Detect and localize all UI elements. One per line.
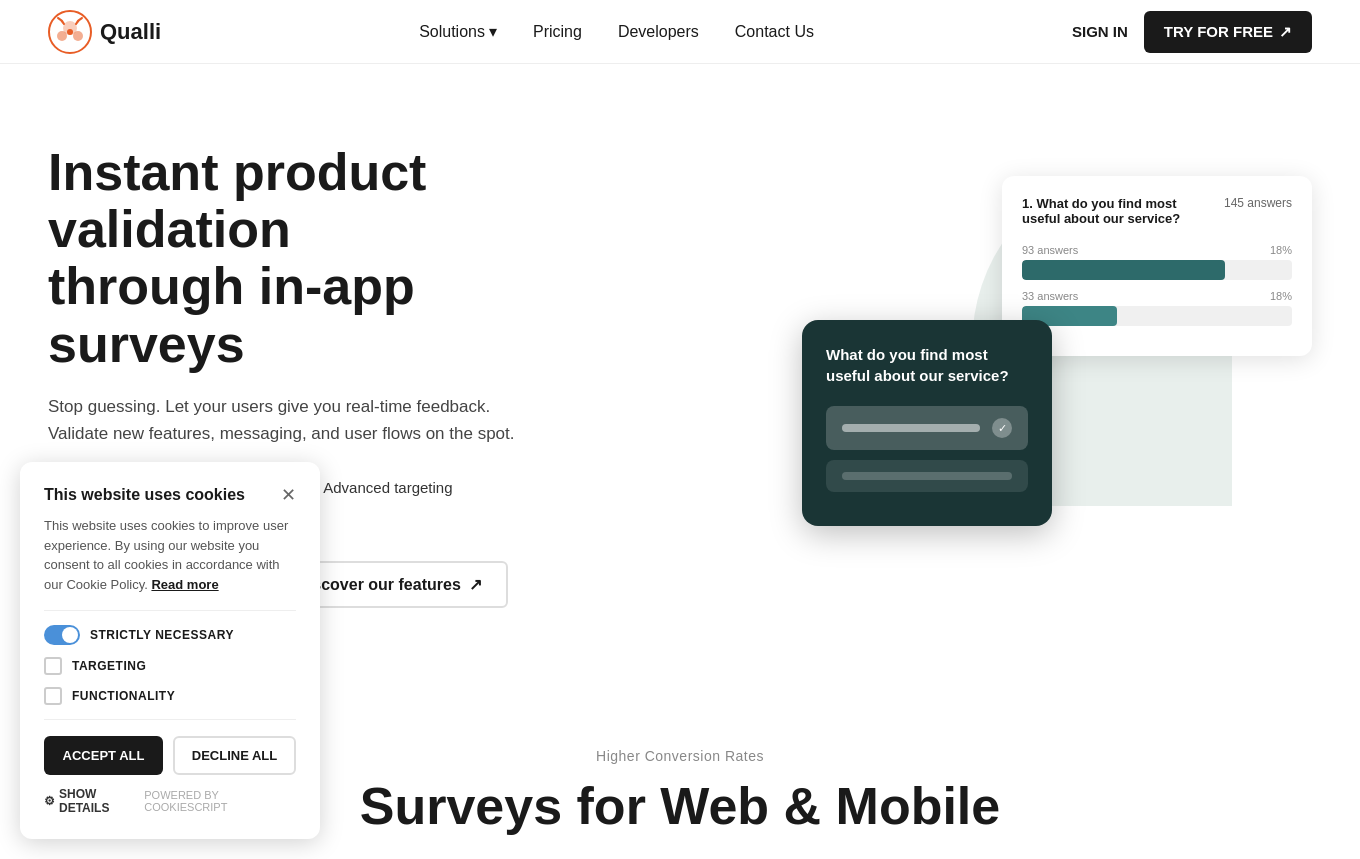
hero-title: Instant product validation through in-ap… [48, 144, 608, 373]
divider-2 [44, 719, 296, 720]
nav-pricing[interactable]: Pricing [533, 23, 582, 41]
divider-1 [44, 610, 296, 611]
hero-visual: 1. What do you find most useful about ou… [772, 166, 1312, 586]
nav-links: Solutions ▾ Pricing Developers Contact U… [419, 22, 814, 41]
functionality-checkbox[interactable] [44, 687, 62, 705]
survey-bar-1 [842, 424, 980, 432]
show-details-button[interactable]: ⚙ SHOW DETAILS [44, 787, 144, 815]
strictly-necessary-row: STRICTLY NECESSARY [44, 619, 296, 651]
analytics-bar-1: 93 answers 18% [1022, 244, 1292, 280]
try-button[interactable]: TRY FOR FREE ↗ [1144, 11, 1312, 53]
navbar: Qualli Solutions ▾ Pricing Developers Co… [0, 0, 1360, 64]
analytics-bar-2: 33 answers 18% [1022, 290, 1292, 326]
arrow-icon: ↗ [469, 575, 482, 594]
survey-bar-2 [842, 472, 1012, 480]
logo[interactable]: Qualli [48, 10, 161, 54]
targeting-label: TARGETING [72, 659, 146, 673]
strictly-label: STRICTLY NECESSARY [90, 628, 234, 642]
cookie-close-button[interactable]: ✕ [281, 486, 296, 504]
nav-solutions[interactable]: Solutions ▾ [419, 22, 497, 41]
chevron-down-icon: ▾ [489, 22, 497, 41]
targeting-row: TARGETING [44, 651, 296, 681]
hero-subtitle: Stop guessing. Let your users give you r… [48, 393, 608, 447]
nav-actions: SIGN IN TRY FOR FREE ↗ [1072, 11, 1312, 53]
analytics-question: 1. What do you find most useful about ou… [1022, 196, 1202, 226]
feature-item-2: Advanced targeting [305, 479, 452, 496]
accept-all-button[interactable]: ACCEPT ALL [44, 736, 163, 775]
strictly-toggle[interactable] [44, 625, 80, 645]
nav-developers[interactable]: Developers [618, 23, 699, 41]
cookie-banner: This website uses cookies ✕ This website… [20, 462, 320, 839]
survey-popup-question: What do you find most useful about our s… [826, 344, 1028, 386]
svg-point-2 [57, 31, 67, 41]
decline-all-button[interactable]: DECLINE ALL [173, 736, 296, 775]
cookie-title: This website uses cookies [44, 486, 245, 504]
bar-fill-1 [1022, 260, 1225, 280]
svg-point-3 [73, 31, 83, 41]
functionality-label: FUNCTIONALITY [72, 689, 175, 703]
read-more-link[interactable]: Read more [151, 577, 218, 592]
powered-by: POWERED BY COOKIESCRIPT [144, 789, 296, 813]
functionality-row: FUNCTIONALITY [44, 681, 296, 711]
cookie-buttons: ACCEPT ALL DECLINE ALL [44, 736, 296, 775]
feature-label-2: Advanced targeting [323, 479, 452, 496]
nav-contact[interactable]: Contact Us [735, 23, 814, 41]
check-icon: ✓ [992, 418, 1012, 438]
survey-option-2[interactable] [826, 460, 1028, 492]
targeting-checkbox[interactable] [44, 657, 62, 675]
logo-icon [48, 10, 92, 54]
svg-point-4 [67, 29, 73, 35]
survey-popup: What do you find most useful about our s… [802, 320, 1052, 526]
cookie-body: This website uses cookies to improve use… [44, 516, 296, 594]
analytics-answers-count: 145 answers [1224, 196, 1292, 210]
gear-icon: ⚙ [44, 794, 55, 808]
signin-button[interactable]: SIGN IN [1072, 23, 1128, 40]
survey-option-1[interactable]: ✓ [826, 406, 1028, 450]
arrow-icon: ↗ [1279, 23, 1292, 41]
logo-text: Qualli [100, 19, 161, 45]
cookie-header: This website uses cookies ✕ [44, 486, 296, 504]
